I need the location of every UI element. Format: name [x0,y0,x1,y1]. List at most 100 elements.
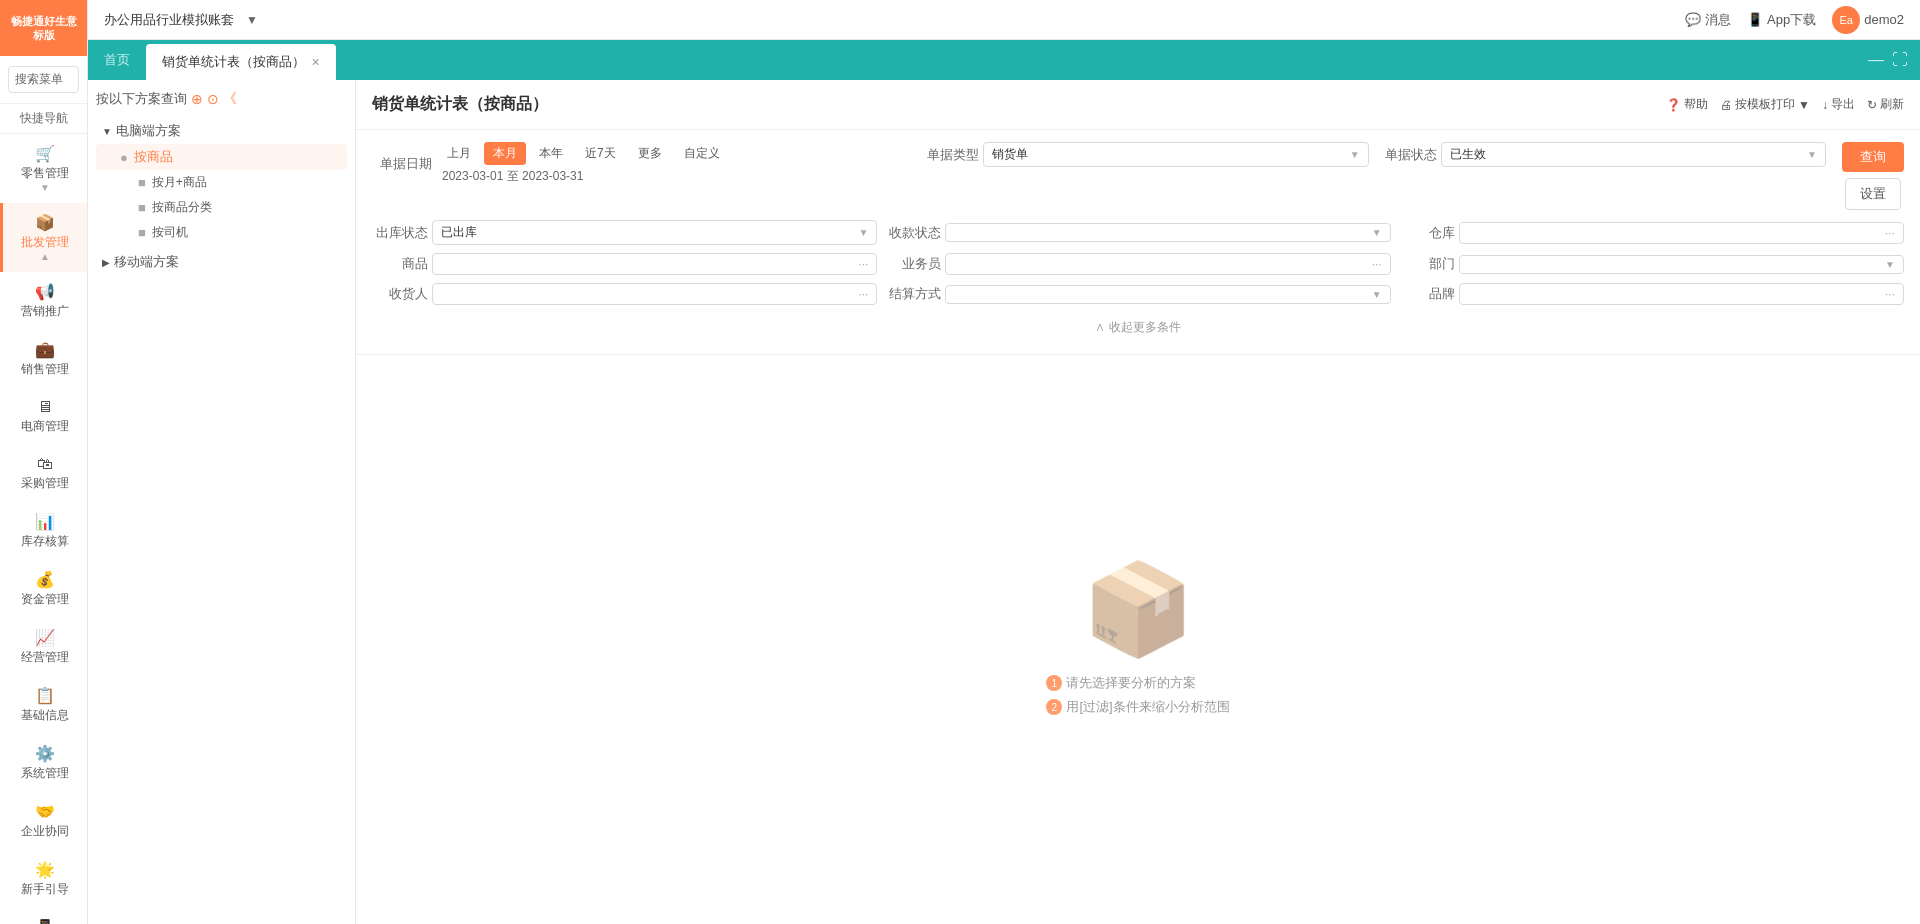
product-cell: 商品 ··· [372,253,877,275]
doc-status-dropdown-icon: ▼ [1807,149,1817,160]
scheme-by-month-product-label: 按月+商品 [152,174,207,191]
main-area: 办公用品行业模拟账套 ▼ 💬 消息 📱 App下载 Ea demo2 首页 销货… [88,0,1920,924]
doc-type-dropdown-icon: ▼ [1350,149,1360,160]
out-status-cell: 出库状态 已出库 ▼ [372,220,877,245]
date-more[interactable]: 更多 [629,142,671,165]
sidebar-item-retail[interactable]: 🛒 零售管理 ▼ [0,134,87,203]
brand-input[interactable]: ··· [1459,283,1904,305]
doc-type-select[interactable]: 销货单 ▼ [983,142,1368,167]
collapse-button[interactable]: ∧ 收起更多条件 [372,313,1904,342]
date-last-month[interactable]: 上月 [438,142,480,165]
sidebar-item-company[interactable]: 🤝 企业协同 [0,792,87,850]
basic-icon: 📋 [35,686,55,705]
message-button[interactable]: 💬 消息 [1685,11,1731,29]
add-scheme-icon[interactable]: ⊕ [191,91,203,107]
date-label: 单据日期 [372,155,432,173]
product-input[interactable]: ··· [432,253,877,275]
help-label: 帮助 [1684,96,1708,113]
sidebar-item-wholesale[interactable]: 📦 批发管理 ▲ [0,203,87,272]
tab-close-icon[interactable]: ✕ [311,56,320,69]
warehouse-input[interactable]: ··· [1459,222,1904,244]
mobile-scheme-section: ▶ 移动端方案 [96,249,347,275]
tab-home[interactable]: 首页 [88,40,146,80]
product-label: 商品 [372,255,428,273]
tabbar-controls: — ⛶ [1868,51,1920,69]
date-last-7-days[interactable]: 近7天 [576,142,625,165]
logo-text: 畅捷通好生意 标版 [11,14,77,43]
warehouse-dots-icon[interactable]: ··· [1885,226,1895,240]
recipient-dots-icon[interactable]: ··· [858,287,868,301]
export-button[interactable]: ↓ 导出 [1822,96,1855,113]
out-status-select[interactable]: 已出库 ▼ [432,220,877,245]
staff-dots-icon[interactable]: ··· [1372,257,1382,271]
date-this-year[interactable]: 本年 [530,142,572,165]
sidebar-item-wholesale-label: 批发管理 [21,234,69,251]
print-icon: 🖨 [1720,98,1732,112]
date-custom[interactable]: 自定义 [675,142,729,165]
out-status-label: 出库状态 [372,224,428,242]
apps-icon: 📱 [35,918,55,924]
doc-status-select[interactable]: 已生效 ▼ [1441,142,1826,167]
page-title: 销货单统计表（按商品） [372,94,548,115]
help-icon: ❓ [1666,98,1681,112]
mobile-scheme-parent[interactable]: ▶ 移动端方案 [96,249,347,275]
sidebar-item-finance[interactable]: 💰 资金管理 [0,560,87,618]
print-button[interactable]: 🖨 按模板打印 ▼ [1720,96,1810,113]
help-button[interactable]: ❓ 帮助 [1666,96,1708,113]
scheme-by-month-product[interactable]: ■ 按月+商品 [96,170,347,195]
sidebar-item-inventory[interactable]: 📊 库存核算 [0,502,87,560]
dept-dropdown-icon: ▼ [1885,259,1895,270]
topbar-dropdown[interactable]: ▼ [246,13,258,27]
doc-type-value: 销货单 [992,146,1349,163]
sidebar-item-guide[interactable]: 🌟 新手引导 [0,850,87,908]
staff-input[interactable]: ··· [945,253,1390,275]
sidebar-item-sales[interactable]: 💼 销售管理 [0,330,87,388]
sidebar-item-system-label: 系统管理 [21,765,69,782]
query-button[interactable]: 查询 [1842,142,1904,172]
dept-select[interactable]: ▼ [1459,255,1904,274]
app-download-button[interactable]: 📱 App下载 [1747,11,1816,29]
sidebar-item-marketing[interactable]: 📢 营销推广 [0,272,87,330]
tab-minimize-icon[interactable]: — [1868,51,1884,69]
right-panel: 销货单统计表（按商品） ❓ 帮助 🖨 按模板打印 ▼ ↓ 导出 [356,80,1920,924]
scheme-by-cashier[interactable]: ■ 按司机 [96,220,347,245]
tab-maximize-icon[interactable]: ⛶ [1892,51,1908,69]
date-this-month[interactable]: 本月 [484,142,526,165]
export-icon: ↓ [1822,98,1828,112]
user-profile[interactable]: Ea demo2 [1832,6,1904,34]
recipient-input[interactable]: ··· [432,283,877,305]
operations-icon: 📈 [35,628,55,647]
scheme-by-product-category[interactable]: ■ 按商品分类 [96,195,347,220]
sidebar-item-apps[interactable]: 📱 应用中心 [0,908,87,924]
sidebar-item-system[interactable]: ⚙️ 系统管理 [0,734,87,792]
brand-dots-icon[interactable]: ··· [1885,287,1895,301]
sidebar-item-basic[interactable]: 📋 基础信息 [0,676,87,734]
mobile-scheme-label: 移动端方案 [114,253,179,271]
sidebar-item-marketing-label: 营销推广 [21,303,69,320]
content-area: 按以下方案查询 ⊕ ⊙ 《 ▼ 电脑端方案 ● 按商品 ■ 按月+商品 [88,80,1920,924]
settings-scheme-icon[interactable]: ⊙ [207,91,219,107]
empty-illustration: 📦 [1082,557,1194,662]
settings-button[interactable]: 设置 [1845,178,1901,210]
sidebar-item-operations[interactable]: 📈 经营管理 [0,618,87,676]
payment-select[interactable]: ▼ [945,285,1390,304]
sidebar-item-ecommerce[interactable]: 🖥 电商管理 [0,388,87,445]
tab-sales-report[interactable]: 销货单统计表（按商品） ✕ [146,44,336,80]
refresh-button[interactable]: ↻ 刷新 [1867,96,1904,113]
pc-scheme-parent[interactable]: ▼ 电脑端方案 [96,118,347,144]
collapse-panel-icon[interactable]: 《 [223,90,237,108]
search-menu-button[interactable]: 搜索菜单 [8,66,79,93]
retail-arrow-icon: ▼ [40,182,50,193]
quick-nav-label: 快捷导航 [8,110,79,127]
search-menu-area[interactable]: 搜索菜单 [0,56,87,104]
sidebar-item-purchase[interactable]: 🛍 采购管理 [0,445,87,502]
left-panel-header: 按以下方案查询 ⊕ ⊙ 《 [96,90,347,108]
product-dots-icon[interactable]: ··· [858,257,868,271]
purchase-icon: 🛍 [37,455,53,473]
scheme-by-cashier-icon: ■ [138,225,146,240]
receipt-status-select[interactable]: ▼ [945,223,1390,242]
scheme-by-product[interactable]: ● 按商品 [96,144,347,170]
export-label: 导出 [1831,96,1855,113]
app-download-icon: 📱 [1747,12,1763,27]
dept-label: 部门 [1399,255,1455,273]
